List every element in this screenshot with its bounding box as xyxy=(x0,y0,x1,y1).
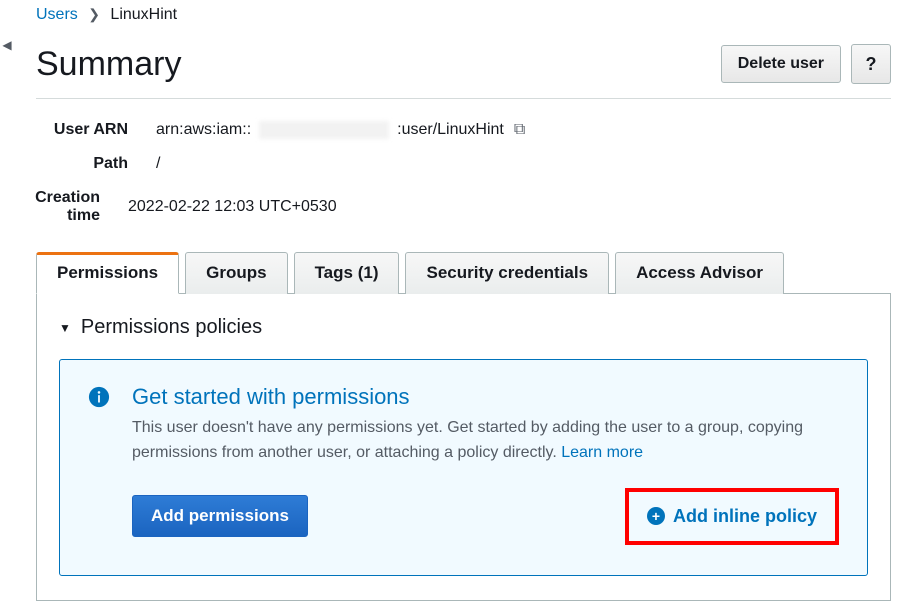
copy-icon[interactable]: ⧉ xyxy=(514,121,525,139)
permissions-policies-toggle[interactable]: ▼ Permissions policies xyxy=(59,316,868,339)
tab-tags[interactable]: Tags (1) xyxy=(294,252,400,294)
info-icon xyxy=(88,386,110,466)
chevron-right-icon: ❯ xyxy=(88,6,100,22)
breadcrumb: Users ❯ LinuxHint xyxy=(36,0,891,34)
tab-security-credentials[interactable]: Security credentials xyxy=(405,252,609,294)
permissions-policies-title: Permissions policies xyxy=(81,316,262,339)
arn-redacted xyxy=(259,121,389,139)
plus-circle-icon: + xyxy=(647,507,665,525)
get-started-info-box: Get started with permissions This user d… xyxy=(59,359,868,576)
caret-down-icon: ▼ xyxy=(59,321,71,335)
creation-time-label: Creation time xyxy=(8,189,128,225)
path-value: / xyxy=(156,155,160,173)
add-inline-policy-highlight: + Add inline policy xyxy=(625,488,839,545)
tab-groups[interactable]: Groups xyxy=(185,252,287,294)
tab-access-advisor[interactable]: Access Advisor xyxy=(615,252,784,294)
delete-user-button[interactable]: Delete user xyxy=(721,45,841,83)
breadcrumb-current: LinuxHint xyxy=(110,6,177,23)
creation-time-value: 2022-02-22 12:03 UTC+0530 xyxy=(128,198,337,216)
learn-more-link[interactable]: Learn more xyxy=(561,444,643,461)
tab-permissions[interactable]: Permissions xyxy=(36,252,179,294)
breadcrumb-users-link[interactable]: Users xyxy=(36,6,78,23)
tab-panel-permissions: ▼ Permissions policies Get started with … xyxy=(36,294,891,601)
add-permissions-button[interactable]: Add permissions xyxy=(132,495,308,537)
add-inline-policy-link[interactable]: Add inline policy xyxy=(673,506,817,527)
user-arn-value: arn:aws:iam:::user/LinuxHint ⧉ xyxy=(156,121,525,139)
user-arn-label: User ARN xyxy=(36,121,156,139)
tab-bar: Permissions Groups Tags (1) Security cre… xyxy=(36,251,891,294)
page-title: Summary xyxy=(36,45,181,84)
help-button[interactable]: ? xyxy=(851,44,891,84)
info-title: Get started with permissions xyxy=(132,384,839,410)
path-label: Path xyxy=(36,155,156,173)
info-description: This user doesn't have any permissions y… xyxy=(132,416,839,466)
sidebar-collapse-handle[interactable]: ◀ xyxy=(0,36,14,54)
